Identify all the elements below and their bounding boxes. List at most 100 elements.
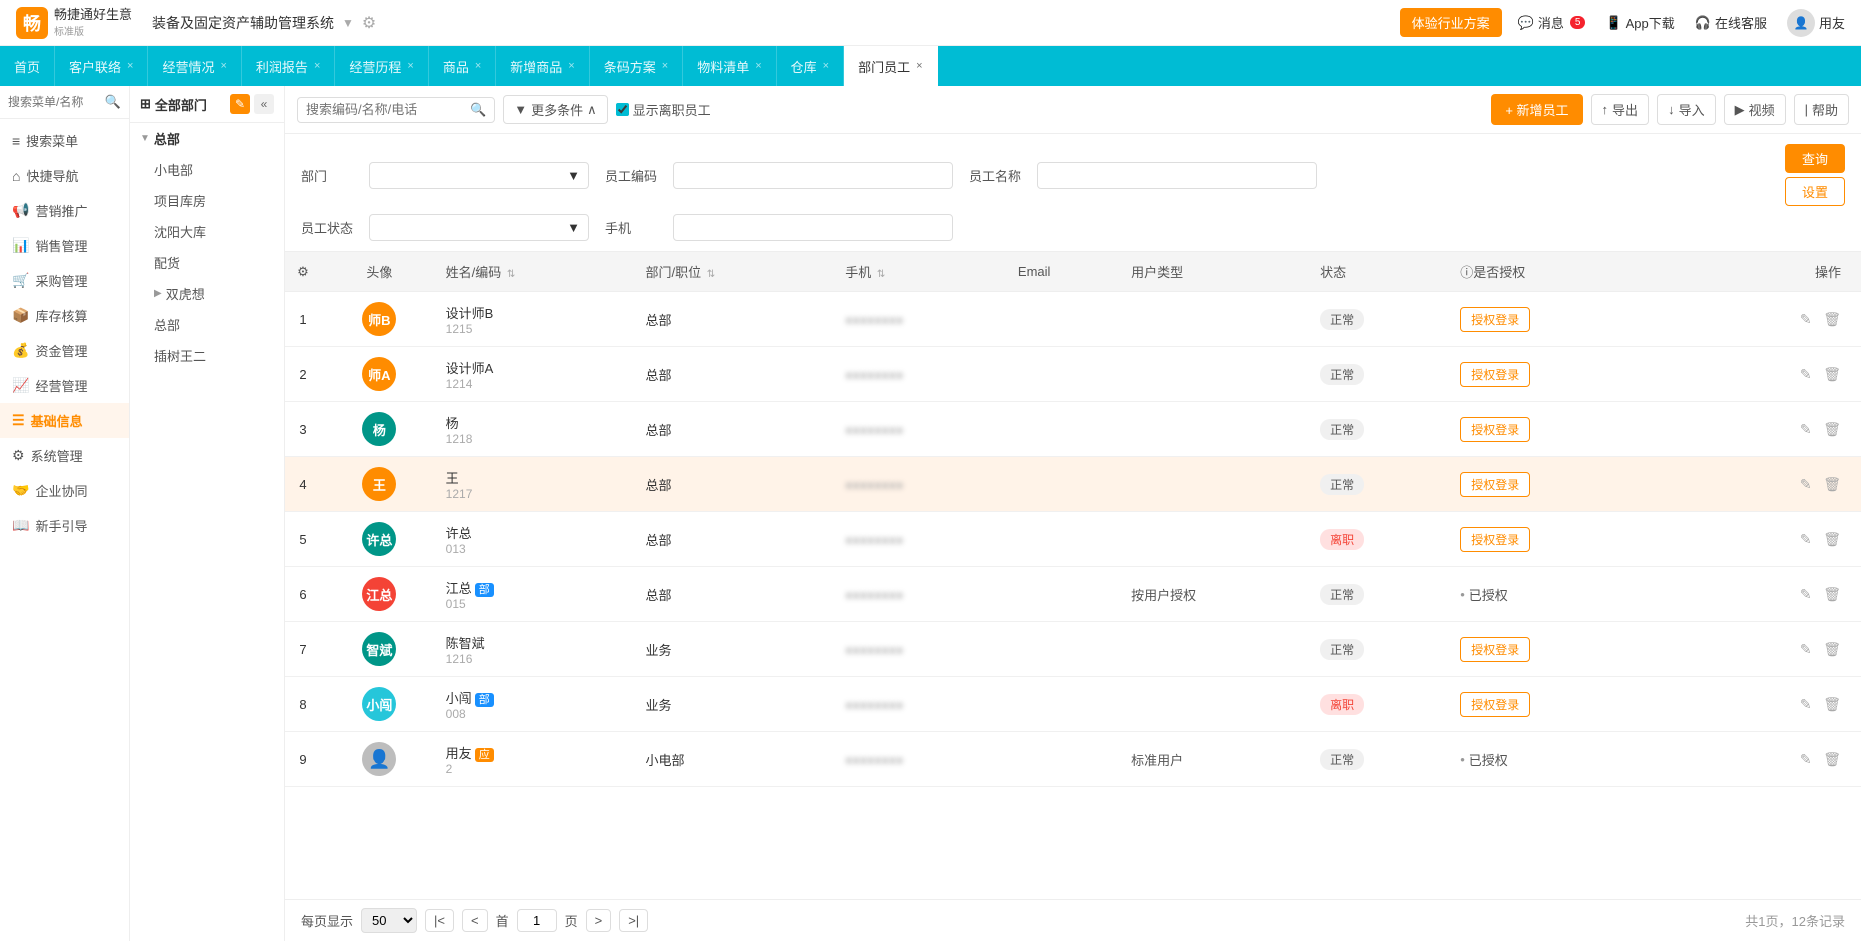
delete-btn[interactable]: 🗑	[1819, 694, 1845, 715]
auth-btn[interactable]: 授权登录	[1460, 692, 1530, 717]
sidebar-item-guide[interactable]: 📖新手引导	[0, 508, 129, 543]
settings-icon[interactable]: ⚙	[362, 13, 376, 33]
edit-btn[interactable]: ✎	[1796, 309, 1816, 330]
last-page-btn[interactable]: >|	[619, 909, 648, 932]
th-name[interactable]: 姓名/编码 ⇅	[438, 252, 638, 292]
search-box[interactable]: 🔍	[297, 97, 495, 123]
auth-btn[interactable]: 授权登录	[1460, 417, 1530, 442]
tree-node-shenyang[interactable]: 沈阳大库	[130, 216, 284, 247]
page-input[interactable]	[517, 909, 557, 932]
td-spacer	[1653, 622, 1690, 677]
tab-bom[interactable]: 物料清单 ×	[683, 46, 776, 86]
sidebar-item-mgmt[interactable]: 📈经营管理	[0, 368, 129, 403]
tab-department[interactable]: 部门员工 ×	[844, 46, 937, 86]
status-badge: 离职	[1320, 529, 1364, 550]
sidebar-item-collab[interactable]: 🤝企业协同	[0, 473, 129, 508]
more-filter-btn[interactable]: ▼ 更多条件 ∧	[503, 95, 607, 124]
filter-emp-status-select[interactable]: ▼	[369, 214, 589, 241]
user-area[interactable]: 👤 用友	[1787, 9, 1845, 37]
th-dept[interactable]: 部门/职位 ⇅	[637, 252, 837, 292]
status-badge: 离职	[1320, 694, 1364, 715]
tab-new-goods[interactable]: 新增商品 ×	[496, 46, 589, 86]
delete-btn[interactable]: 🗑	[1819, 364, 1845, 385]
delete-btn[interactable]: 🗑	[1819, 639, 1845, 660]
edit-btn[interactable]: ✎	[1796, 749, 1816, 770]
show-resigned-label[interactable]: 显示离职员工	[616, 100, 711, 119]
tree-node-xiaodian[interactable]: 小电部	[130, 154, 284, 185]
system-title-chevron[interactable]: ▼	[342, 16, 354, 30]
tab-operation[interactable]: 经营情况 ×	[148, 46, 241, 86]
tree-node-distribution[interactable]: 配货	[130, 247, 284, 278]
sidebar-item-basic[interactable]: ☰基础信息	[0, 403, 129, 438]
tree-node-zongbu[interactable]: 总部	[130, 309, 284, 340]
th-phone[interactable]: 手机 ⇅	[837, 252, 1010, 292]
auth-btn[interactable]: 授权登录	[1460, 472, 1530, 497]
tab-goods[interactable]: 商品 ×	[429, 46, 496, 86]
sidebar-search[interactable]: 🔍	[0, 86, 129, 119]
edit-btn[interactable]: ✎	[1796, 584, 1816, 605]
show-resigned-checkbox[interactable]	[616, 103, 629, 116]
sidebar-item-sales[interactable]: 📊销售管理	[0, 228, 129, 263]
auth-btn[interactable]: 授权登录	[1460, 362, 1530, 387]
sidebar-item-purchase[interactable]: 🛒采购管理	[0, 263, 129, 298]
filter-dept-select[interactable]: ▼	[369, 162, 589, 189]
add-employee-btn[interactable]: + 新增员工	[1491, 94, 1582, 125]
tree-node-project[interactable]: 项目库房	[130, 185, 284, 216]
th-op: 操作	[1690, 252, 1861, 292]
tree-node-shuanghu[interactable]: ▶ 双虎想	[130, 278, 284, 309]
tab-business[interactable]: 经营历程 ×	[335, 46, 428, 86]
auth-btn[interactable]: 授权登录	[1460, 637, 1530, 662]
tree-node-headquarters-parent[interactable]: ▼ 总部	[130, 123, 284, 154]
search-input[interactable]	[306, 102, 466, 117]
online-service-btn[interactable]: 🎧 在线客服	[1695, 13, 1767, 32]
sidebar-item-marketing[interactable]: 📢营销推广	[0, 193, 129, 228]
sidebar-search-input[interactable]	[8, 95, 101, 109]
page-size-select[interactable]: 50 20 100	[361, 908, 417, 933]
view-btn[interactable]: ▶ 视频	[1724, 94, 1786, 125]
set-btn[interactable]: 设置	[1785, 177, 1845, 206]
filter-emp-code-input[interactable]	[673, 162, 953, 189]
trial-button[interactable]: 体验行业方案	[1400, 8, 1502, 37]
delete-btn[interactable]: 🗑	[1819, 309, 1845, 330]
th-gear[interactable]: ⚙	[285, 252, 321, 292]
edit-btn[interactable]: ✎	[1796, 639, 1816, 660]
tree-edit-btn[interactable]: ✎	[230, 94, 250, 114]
sidebar-item-inventory[interactable]: 📦库存核算	[0, 298, 129, 333]
edit-btn[interactable]: ✎	[1796, 419, 1816, 440]
delete-btn[interactable]: 🗑	[1819, 529, 1845, 550]
query-btn[interactable]: 查询	[1785, 144, 1845, 173]
message-btn[interactable]: 💬 消息 5	[1518, 13, 1586, 32]
tab-profit[interactable]: 利润报告 ×	[242, 46, 335, 86]
delete-btn[interactable]: 🗑	[1819, 419, 1845, 440]
delete-btn[interactable]: 🗑	[1819, 474, 1845, 495]
edit-btn[interactable]: ✎	[1796, 364, 1816, 385]
delete-btn[interactable]: 🗑	[1819, 584, 1845, 605]
tree-collapse-btn[interactable]: «	[254, 94, 274, 114]
first-page-btn[interactable]: |<	[425, 909, 454, 932]
tab-warehouse[interactable]: 仓库 ×	[777, 46, 844, 86]
tab-home[interactable]: 首页	[0, 46, 55, 86]
edit-btn[interactable]: ✎	[1796, 694, 1816, 715]
tree-node-chushu[interactable]: 插树王二	[130, 340, 284, 371]
auth-btn[interactable]: 授权登录	[1460, 307, 1530, 332]
sidebar-item-nav[interactable]: ⌂快捷导航	[0, 158, 129, 193]
filter-phone-input[interactable]	[673, 214, 953, 241]
sidebar-item-finance[interactable]: 💰资金管理	[0, 333, 129, 368]
prev-page-btn[interactable]: <	[462, 909, 488, 932]
help-btn[interactable]: | 帮助	[1794, 94, 1849, 125]
sidebar-item-system[interactable]: ⚙系统管理	[0, 438, 129, 473]
delete-btn[interactable]: 🗑	[1819, 749, 1845, 770]
filter-emp-name-input[interactable]	[1037, 162, 1317, 189]
export-btn[interactable]: ↑ 导出	[1591, 94, 1650, 125]
tab-customer[interactable]: 客户联络 ×	[55, 46, 148, 86]
edit-btn[interactable]: ✎	[1796, 529, 1816, 550]
app-download-btn[interactable]: 📱 App下载	[1605, 13, 1674, 32]
auth-btn[interactable]: 授权登录	[1460, 527, 1530, 552]
phone-blurred: ●●●●●●●●	[845, 698, 903, 712]
next-page-btn[interactable]: >	[586, 909, 612, 932]
import-btn[interactable]: ↓ 导入	[1657, 94, 1716, 125]
sidebar-item-search[interactable]: ≡搜索菜单	[0, 123, 129, 158]
edit-btn[interactable]: ✎	[1796, 474, 1816, 495]
tab-barcode[interactable]: 条码方案 ×	[590, 46, 683, 86]
filter-row-1: 部门 ▼ 员工编码 员工名称 查询 设置	[301, 144, 1845, 206]
